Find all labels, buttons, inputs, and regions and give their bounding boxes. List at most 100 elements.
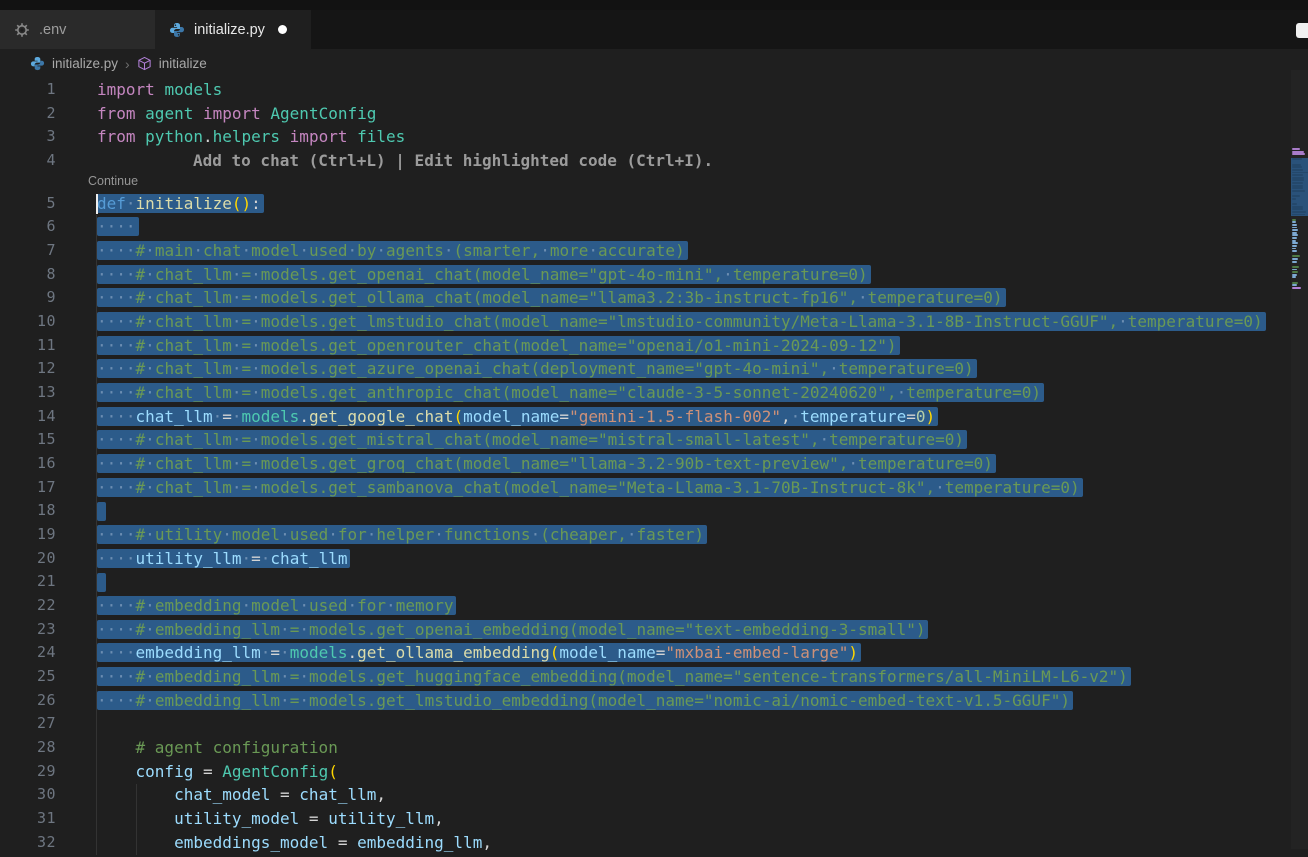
code-line-content[interactable]: utility_model = utility_llm, — [97, 807, 444, 831]
code-line-content[interactable]: ····#·embedding_llm·=·models.get_openai_… — [97, 618, 929, 642]
code-line-content[interactable]: ····chat_llm·=·models.get_google_chat(mo… — [97, 405, 939, 429]
code-line-content[interactable]: ····#·chat_llm·=·models.get_mistral_chat… — [97, 428, 967, 452]
editor-action-icon[interactable] — [1296, 23, 1308, 38]
code-line-content[interactable]: Add to chat (Ctrl+L) | Edit highlighted … — [97, 149, 713, 173]
code-row-15[interactable]: 15 ····#·chat_llm·=·models.get_mistral_ch… — [0, 428, 1308, 452]
code-row-20[interactable]: 20 ····utility_llm·=·chat_llm — [0, 547, 1308, 571]
code-row-4[interactable]: 4 Add to chat (Ctrl+L) | Edit highlighted… — [0, 149, 1308, 173]
code-line-content[interactable]: ····#·chat_llm·=·models.get_anthropic_ch… — [97, 381, 1045, 405]
breadcrumb-symbol[interactable]: initialize — [159, 56, 207, 71]
code-line-content[interactable]: def·initialize(): — [97, 192, 264, 216]
line-number[interactable]: 1 — [0, 78, 56, 102]
code-line-content[interactable]: import models — [97, 78, 222, 102]
line-number[interactable]: 14 — [0, 405, 56, 429]
code-row-12[interactable]: 12 ····#·chat_llm·=·models.get_azure_open… — [0, 357, 1308, 381]
line-number[interactable]: 7 — [0, 239, 56, 263]
line-number[interactable]: 19 — [0, 523, 56, 547]
line-number[interactable]: 17 — [0, 476, 56, 500]
line-number[interactable]: 24 — [0, 641, 56, 665]
code-row-26[interactable]: 26 ····#·embedding_llm·=·models.get_lmstu… — [0, 689, 1308, 713]
code-line-content[interactable] — [97, 499, 106, 523]
line-number[interactable]: 30 — [0, 783, 56, 807]
code-line-content[interactable]: ····#·utility·model·used·for·helper·func… — [97, 523, 707, 547]
code-row-19[interactable]: 19 ····#·utility·model·used·for·helper·fu… — [0, 523, 1308, 547]
code-line-content[interactable]: chat_model = chat_llm, — [97, 783, 386, 807]
continue-codelens[interactable]: Continue — [0, 173, 1308, 192]
code-line-content[interactable]: # agent configuration — [97, 736, 338, 760]
code-line-content[interactable]: ····#·chat_llm·=·models.get_lmstudio_cha… — [97, 310, 1266, 334]
code-row-25[interactable]: 25 ····#·embedding_llm·=·models.get_huggi… — [0, 665, 1308, 689]
line-number[interactable]: 15 — [0, 428, 56, 452]
code-row-10[interactable]: 10 ····#·chat_llm·=·models.get_lmstudio_c… — [0, 310, 1308, 334]
code-line-content[interactable]: ····#·embedding_llm·=·models.get_hugging… — [97, 665, 1131, 689]
line-number[interactable]: 12 — [0, 357, 56, 381]
code-row-22[interactable]: 22 ····#·embedding·model·used·for·memory — [0, 594, 1308, 618]
line-number[interactable]: 5 — [0, 192, 56, 216]
code-row-11[interactable]: 11 ····#·chat_llm·=·models.get_openrouter… — [0, 334, 1308, 358]
code-row-1[interactable]: 1 import models — [0, 78, 1308, 102]
line-number[interactable]: 2 — [0, 102, 56, 126]
line-number[interactable]: 9 — [0, 286, 56, 310]
line-number[interactable]: 11 — [0, 334, 56, 358]
code-row-5[interactable]: 5 def·initialize(): — [0, 192, 1308, 216]
line-number[interactable]: 20 — [0, 547, 56, 571]
code-line-content[interactable]: config = AgentConfig( — [97, 760, 338, 784]
code-row-29[interactable]: 29 config = AgentConfig( — [0, 760, 1308, 784]
code-row-18[interactable]: 18 — [0, 499, 1308, 523]
code-row-32[interactable]: 32 embeddings_model = embedding_llm, — [0, 831, 1308, 855]
code-line-content[interactable]: ····utility_llm·=·chat_llm — [97, 547, 351, 571]
code-editor[interactable]: 1 import models 2 from agent import AgentCo… — [0, 70, 1308, 857]
code-row-7[interactable]: 7 ····#·main·chat·model·used·by·agents·(s… — [0, 239, 1308, 263]
code-line-content[interactable]: from python.helpers import files — [97, 125, 405, 149]
code-line-content[interactable]: ····#·chat_llm·=·models.get_openai_chat(… — [97, 263, 871, 287]
line-number[interactable]: 3 — [0, 125, 56, 149]
line-number[interactable]: 18 — [0, 499, 56, 523]
code-row-21[interactable]: 21 — [0, 570, 1308, 594]
line-number[interactable]: 16 — [0, 452, 56, 476]
line-number[interactable]: 4 — [0, 149, 56, 173]
code-row-17[interactable]: 17 ····#·chat_llm·=·models.get_sambanova_… — [0, 476, 1308, 500]
line-number[interactable]: 25 — [0, 665, 56, 689]
code-line-content[interactable]: ···· — [97, 215, 139, 239]
line-number[interactable]: 23 — [0, 618, 56, 642]
code-row-28[interactable]: 28 # agent configuration — [0, 736, 1308, 760]
code-row-23[interactable]: 23 ····#·embedding_llm·=·models.get_opena… — [0, 618, 1308, 642]
line-number[interactable]: 28 — [0, 736, 56, 760]
code-row-16[interactable]: 16 ····#·chat_llm·=·models.get_groq_chat(… — [0, 452, 1308, 476]
tab-initialize-py[interactable]: initialize.py — [155, 10, 311, 49]
line-number[interactable]: 21 — [0, 570, 56, 594]
line-number[interactable]: 22 — [0, 594, 56, 618]
code-line-content[interactable]: ····#·chat_llm·=·models.get_sambanova_ch… — [97, 476, 1083, 500]
modified-indicator-icon[interactable] — [277, 25, 287, 34]
code-line-content[interactable]: ····#·main·chat·model·used·by·agents·(sm… — [97, 239, 688, 263]
code-row-8[interactable]: 8 ····#·chat_llm·=·models.get_openai_chat… — [0, 263, 1308, 287]
line-number[interactable]: 6 — [0, 215, 56, 239]
code-row-6[interactable]: 6 ···· — [0, 215, 1308, 239]
code-row-24[interactable]: 24 ····embedding_llm·=·models.get_ollama_… — [0, 641, 1308, 665]
line-number[interactable]: 31 — [0, 807, 56, 831]
line-number[interactable]: 29 — [0, 760, 56, 784]
code-line-content[interactable] — [97, 570, 106, 594]
line-number[interactable]: 32 — [0, 831, 56, 855]
code-line-content[interactable]: embeddings_model = embedding_llm, — [97, 831, 492, 855]
tab-env[interactable]: .env — [0, 10, 155, 49]
code-line-content[interactable]: ····#·chat_llm·=·models.get_groq_chat(mo… — [97, 452, 996, 476]
code-row-14[interactable]: 14 ····chat_llm·=·models.get_google_chat(… — [0, 405, 1308, 429]
code-line-content[interactable]: ····#·chat_llm·=·models.get_openrouter_c… — [97, 334, 900, 358]
code-line-content[interactable]: ····#·embedding_llm·=·models.get_lmstudi… — [97, 689, 1073, 713]
code-row-13[interactable]: 13 ····#·chat_llm·=·models.get_anthropic_… — [0, 381, 1308, 405]
line-number[interactable]: 26 — [0, 689, 56, 713]
code-line-content[interactable]: from agent import AgentConfig — [97, 102, 376, 126]
code-row-30[interactable]: 30 chat_model = chat_llm, — [0, 783, 1308, 807]
continue-inline-hint[interactable]: Add to chat (Ctrl+L) | Edit highlighted … — [193, 151, 713, 170]
code-row-31[interactable]: 31 utility_model = utility_llm, — [0, 807, 1308, 831]
code-line-content[interactable]: ····#·chat_llm·=·models.get_azure_openai… — [97, 357, 977, 381]
breadcrumb-file[interactable]: initialize.py — [52, 56, 118, 71]
code-line-content[interactable]: ····embedding_llm·=·models.get_ollama_em… — [97, 641, 862, 665]
line-number[interactable]: 10 — [0, 310, 56, 334]
code-row-27[interactable]: 27 — [0, 712, 1308, 736]
line-number[interactable]: 27 — [0, 712, 56, 736]
code-row-2[interactable]: 2 from agent import AgentConfig — [0, 102, 1308, 126]
line-number[interactable]: 8 — [0, 263, 56, 287]
code-line-content[interactable]: ····#·embedding·model·used·for·memory — [97, 594, 457, 618]
